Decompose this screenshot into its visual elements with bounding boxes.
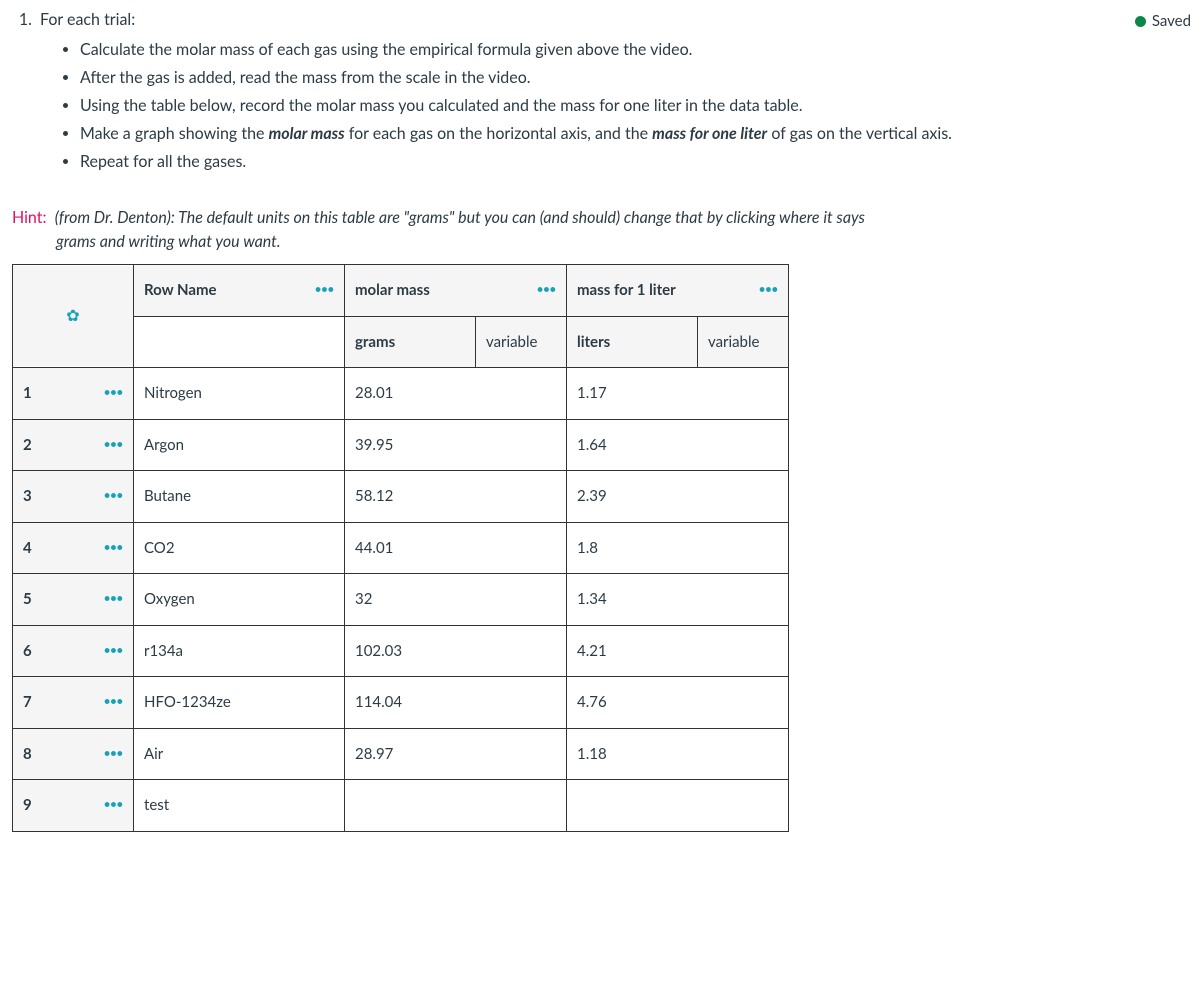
ellipsis-icon[interactable]: ••• — [104, 643, 123, 660]
table-row: 9 ••• test — [13, 780, 789, 832]
hint-text-line2: grams and writing what you want. — [56, 230, 1191, 254]
data-table: ✿ Row Name ••• molar mass ••• mass for 1… — [12, 264, 789, 832]
row-number-cell[interactable]: 9 ••• — [13, 780, 133, 831]
row-number-cell[interactable]: 8 ••• — [13, 729, 133, 780]
row-number: 6 — [23, 640, 32, 663]
gear-icon[interactable]: ✿ — [66, 304, 79, 328]
row-name-cell[interactable]: Oxygen — [134, 574, 344, 625]
row-number-cell[interactable]: 5 ••• — [13, 574, 133, 625]
table-row: 5 ••• Oxygen321.34 — [13, 574, 789, 626]
unit-grams[interactable]: grams — [345, 317, 475, 368]
saved-label: Saved — [1152, 10, 1191, 33]
ellipsis-icon[interactable]: ••• — [315, 282, 334, 299]
row-number-cell[interactable]: 2 ••• — [13, 420, 133, 471]
mass-1-liter-cell[interactable] — [567, 791, 788, 819]
hint-label: Hint: — [12, 208, 47, 227]
molar-mass-cell[interactable]: 39.95 — [345, 420, 566, 471]
ellipsis-icon[interactable]: ••• — [537, 282, 556, 299]
unit-liters[interactable]: liters — [567, 317, 697, 368]
table-settings-cell[interactable]: ✿ — [13, 266, 133, 366]
instruction-bullets: Calculate the molar mass of each gas usi… — [40, 38, 952, 174]
table-row: 2 ••• Argon39.951.64 — [13, 419, 789, 471]
ellipsis-icon[interactable]: ••• — [104, 385, 123, 402]
row-name-cell[interactable]: CO2 — [134, 523, 344, 574]
saved-indicator: Saved — [1135, 10, 1191, 33]
row-number-cell[interactable]: 6 ••• — [13, 626, 133, 677]
ellipsis-icon[interactable]: ••• — [104, 437, 123, 454]
ellipsis-icon[interactable]: ••• — [104, 591, 123, 608]
row-name-cell[interactable]: HFO-1234ze — [134, 677, 344, 728]
mass-1-liter-cell[interactable]: 4.21 — [567, 626, 788, 677]
row-name-cell[interactable]: Butane — [134, 471, 344, 522]
molar-mass-cell[interactable]: 28.01 — [345, 368, 566, 419]
table-row: 7 ••• HFO-1234ze114.044.76 — [13, 677, 789, 729]
mass-1-liter-cell[interactable]: 1.17 — [567, 368, 788, 419]
ellipsis-icon[interactable]: ••• — [104, 540, 123, 557]
question-list: For each trial: Calculate the molar mass… — [12, 8, 952, 178]
molar-mass-cell[interactable]: 28.97 — [345, 729, 566, 780]
molar-mass-cell[interactable]: 102.03 — [345, 626, 566, 677]
ellipsis-icon[interactable]: ••• — [104, 488, 123, 505]
mass-1-liter-cell[interactable]: 1.18 — [567, 729, 788, 780]
molar-mass-cell[interactable]: 114.04 — [345, 677, 566, 728]
row-name-cell[interactable]: Air — [134, 729, 344, 780]
mass-1-liter-cell[interactable]: 1.34 — [567, 574, 788, 625]
table-row: 3 ••• Butane58.122.39 — [13, 471, 789, 523]
row-name-cell[interactable]: Nitrogen — [134, 368, 344, 419]
hint-text-line1: (from Dr. Denton): The default units on … — [55, 208, 865, 227]
row-number: 3 — [23, 485, 32, 508]
question-prompt: For each trial: — [40, 10, 135, 29]
row-number-cell[interactable]: 7 ••• — [13, 677, 133, 728]
table-row: 8 ••• Air28.971.18 — [13, 728, 789, 780]
instruction-item: Make a graph showing the molar mass for … — [80, 122, 952, 146]
row-number: 4 — [23, 537, 32, 560]
molar-mass-cell[interactable] — [345, 791, 566, 819]
row-name-cell[interactable]: test — [134, 780, 344, 831]
row-number: 5 — [23, 588, 32, 611]
saved-dot-icon — [1135, 16, 1146, 27]
row-name-cell[interactable]: Argon — [134, 420, 344, 471]
mass-1-liter-cell[interactable]: 2.39 — [567, 471, 788, 522]
unit-type-2[interactable]: variable — [698, 317, 788, 368]
ellipsis-icon[interactable]: ••• — [104, 694, 123, 711]
row-number: 8 — [23, 743, 32, 766]
header-molar-mass[interactable]: molar mass ••• — [345, 265, 566, 316]
instruction-item: Repeat for all the gases. — [80, 150, 952, 174]
row-number-cell[interactable]: 1 ••• — [13, 368, 133, 419]
ellipsis-icon[interactable]: ••• — [104, 797, 123, 814]
hint-block: Hint: (from Dr. Denton): The default uni… — [12, 206, 1191, 254]
ellipsis-icon[interactable]: ••• — [759, 282, 778, 299]
header-row-name[interactable]: Row Name ••• — [134, 265, 344, 316]
mass-1-liter-cell[interactable]: 4.76 — [567, 677, 788, 728]
instruction-item: After the gas is added, read the mass fr… — [80, 66, 952, 90]
molar-mass-cell[interactable]: 32 — [345, 574, 566, 625]
table-row: 6 ••• r134a102.034.21 — [13, 625, 789, 677]
header-mass-1-liter[interactable]: mass for 1 liter ••• — [567, 265, 788, 316]
molar-mass-cell[interactable]: 44.01 — [345, 523, 566, 574]
mass-1-liter-cell[interactable]: 1.8 — [567, 523, 788, 574]
ellipsis-icon[interactable]: ••• — [104, 746, 123, 763]
row-number: 7 — [23, 691, 32, 714]
instruction-item: Calculate the molar mass of each gas usi… — [80, 38, 952, 62]
unit-type-1[interactable]: variable — [476, 317, 566, 368]
row-number: 9 — [23, 794, 32, 817]
row-number-cell[interactable]: 4 ••• — [13, 523, 133, 574]
row-number: 2 — [23, 434, 32, 457]
row-name-cell[interactable]: r134a — [134, 626, 344, 677]
mass-1-liter-cell[interactable]: 1.64 — [567, 420, 788, 471]
instruction-item: Using the table below, record the molar … — [80, 94, 952, 118]
blank-subheader — [134, 317, 344, 368]
molar-mass-cell[interactable]: 58.12 — [345, 471, 566, 522]
row-number-cell[interactable]: 3 ••• — [13, 471, 133, 522]
table-row: 1 ••• Nitrogen28.011.17 — [13, 368, 789, 420]
table-row: 4 ••• CO244.011.8 — [13, 522, 789, 574]
row-number: 1 — [23, 382, 32, 405]
